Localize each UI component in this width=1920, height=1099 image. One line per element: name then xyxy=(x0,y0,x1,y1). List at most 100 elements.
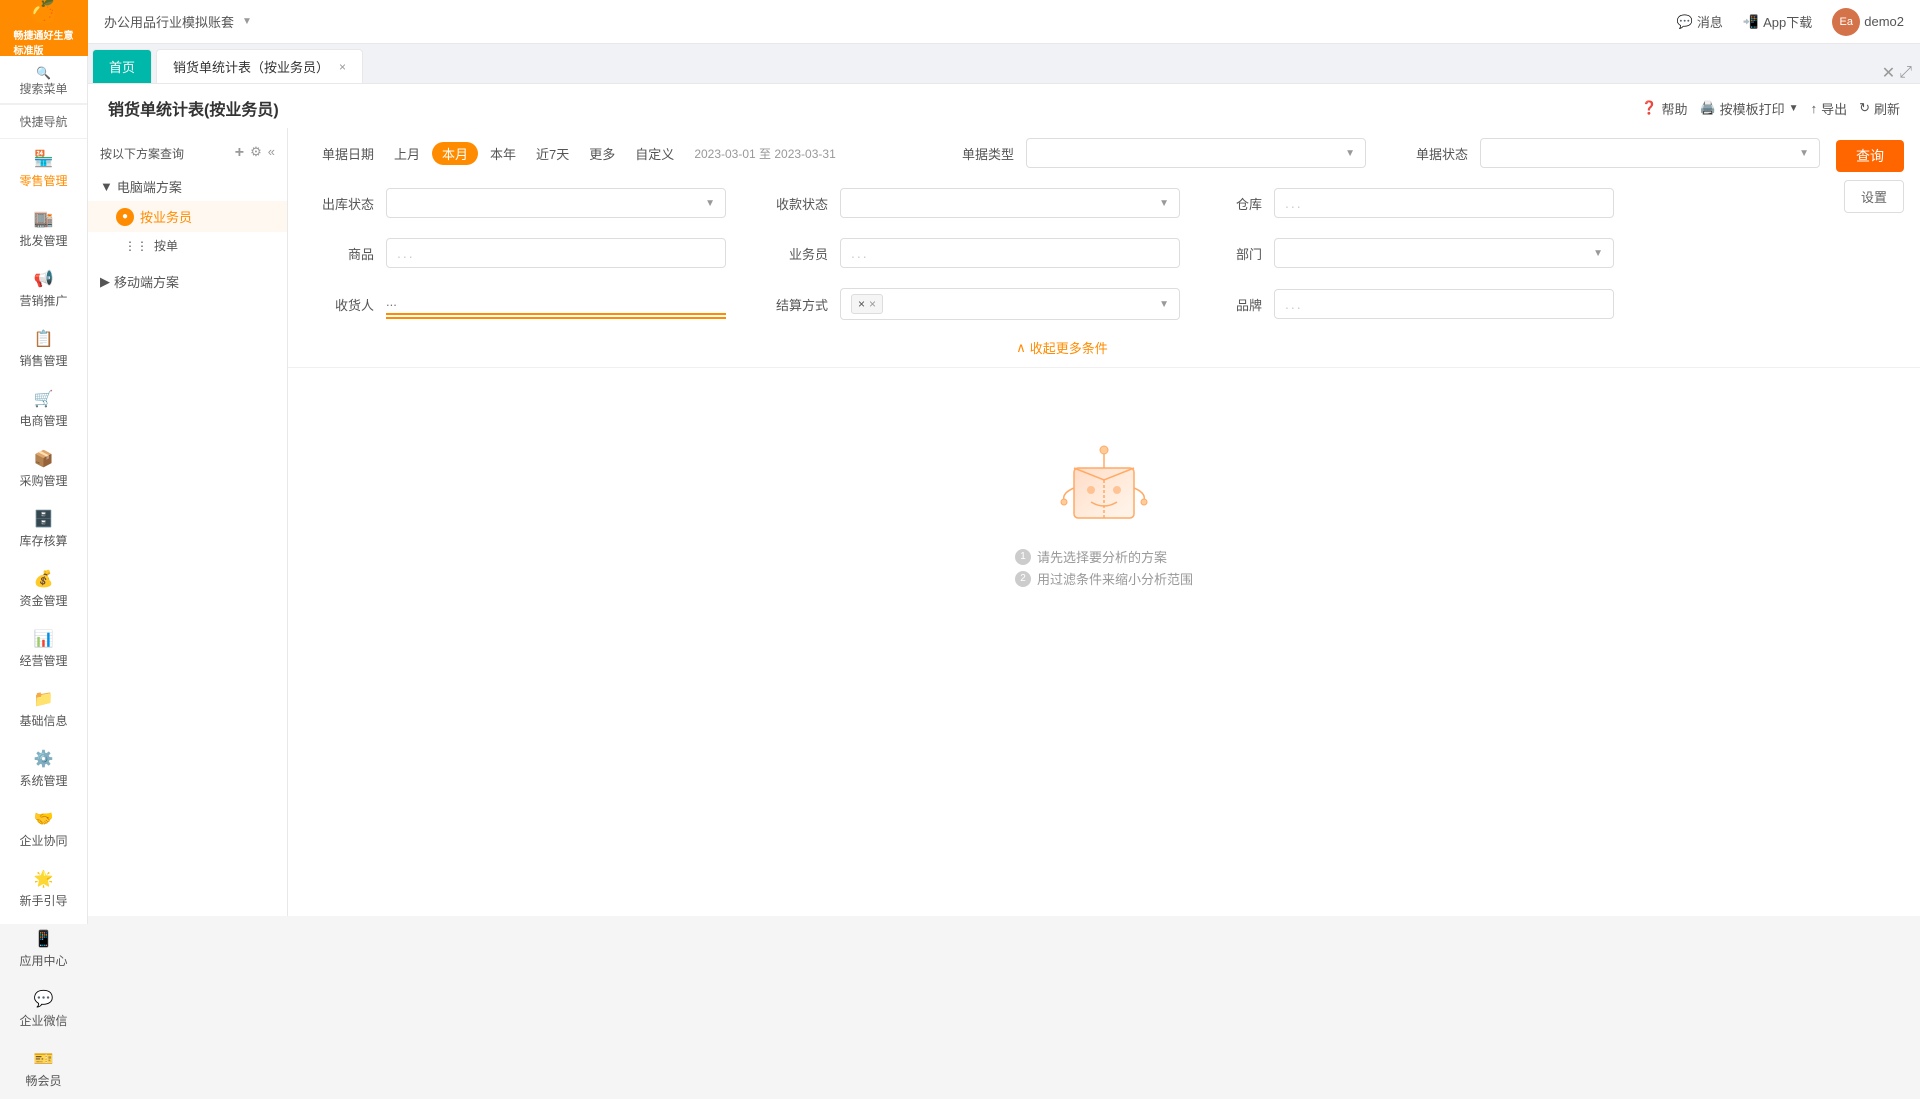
date-tab-more[interactable]: 更多 xyxy=(581,142,623,165)
finance-icon: 💰 xyxy=(34,569,54,589)
sidebar-item-finance[interactable]: 💰 资金管理 xyxy=(0,559,87,619)
doc-status-select[interactable]: ▼ xyxy=(1480,138,1820,168)
brand-label: 品牌 xyxy=(1212,295,1262,314)
print-icon: 🖨️ xyxy=(1699,100,1715,116)
tab-close-window-btn[interactable]: ✕ xyxy=(1882,63,1895,83)
sidebar-quick-nav[interactable]: 快捷导航 xyxy=(0,104,87,139)
filter-query-area: 单据日期 上月 本月 本年 近7天 更多 自定义 xyxy=(288,128,1920,367)
product-dropdown[interactable]: ... xyxy=(386,238,726,268)
doc-status-arrow-icon: ▼ xyxy=(1799,148,1809,159)
date-tab-last-month[interactable]: 上月 xyxy=(386,142,428,165)
out-status-dropdown[interactable]: ▼ xyxy=(386,188,726,218)
inventory-icon: 🗄️ xyxy=(34,509,54,529)
brand-dropdown[interactable]: ... xyxy=(1274,289,1614,319)
empty-state: 1 请先选择要分析的方案 2 用过滤条件来缩小分析范围 xyxy=(288,368,1920,651)
app-name-text: 办公用品行业模拟账套 xyxy=(104,12,234,31)
tab-home[interactable]: 首页 xyxy=(92,49,152,83)
sidebar-item-basic[interactable]: 📁 基础信息 xyxy=(0,679,87,739)
settle-method-dropdown[interactable]: × × ▼ xyxy=(840,288,1180,320)
warehouse-select[interactable]: ... xyxy=(1274,188,1614,218)
sidebar: 🍊 畅捷通好生意 标准版 🔍 搜索菜单 快捷导航 🏪 零售管理 🏬 批发管理 📢… xyxy=(0,0,88,924)
mobile-group-title[interactable]: ▶ 移动端方案 xyxy=(88,267,287,296)
receipt-status-select[interactable]: ▼ xyxy=(840,188,1180,218)
search-icon: 🔍 xyxy=(0,66,87,80)
collapse-chevron-icon: ∧ xyxy=(1016,340,1026,356)
add-scheme-btn[interactable]: + xyxy=(235,144,244,162)
basic-icon: 📁 xyxy=(34,689,54,709)
sidebar-item-enterprise[interactable]: 🤝 企业协同 xyxy=(0,799,87,859)
collapse-btn[interactable]: ∧ 收起更多条件 xyxy=(288,332,1836,363)
settle-method-select[interactable]: × × ▼ xyxy=(840,288,1180,320)
main-area: 办公用品行业模拟账套 ▼ 💬 消息 📲 App下载 Ea demo2 首页 xyxy=(88,0,1920,924)
newguide-icon: 🌟 xyxy=(34,869,54,889)
sidebar-item-marketing[interactable]: 📢 营销推广 xyxy=(0,259,87,319)
collapse-panel-btn[interactable]: « xyxy=(268,144,275,162)
filter-row-1: 单据日期 上月 本月 本年 近7天 更多 自定义 xyxy=(288,128,1836,168)
print-btn[interactable]: 🖨️ 按模板打印 ▼ xyxy=(1699,99,1798,118)
warehouse-dropdown[interactable]: ... xyxy=(1274,188,1614,218)
receipt-status-dropdown[interactable]: ▼ xyxy=(840,188,1180,218)
right-actions-panel: 查询 设置 xyxy=(1836,128,1920,213)
tab-sales-stat[interactable]: 销货单统计表（按业务员） × xyxy=(156,49,363,83)
tab-close-btn[interactable]: × xyxy=(339,60,346,74)
scheme-sub-item-order[interactable]: ⋮⋮ 按单 xyxy=(88,232,287,259)
sidebar-item-member[interactable]: 🎫 畅会员 xyxy=(0,1039,87,1099)
warehouse-label: 仓库 xyxy=(1212,194,1262,213)
salesman-dropdown[interactable]: ... xyxy=(840,238,1180,268)
sidebar-item-sales[interactable]: 📋 销售管理 xyxy=(0,319,87,379)
sidebar-item-appcenter[interactable]: 📱 应用中心 xyxy=(0,919,87,979)
operations-icon: 📊 xyxy=(34,629,54,649)
date-tab-last7[interactable]: 近7天 xyxy=(528,142,577,165)
out-status-arrow-icon: ▼ xyxy=(705,198,715,209)
download-icon: 📲 xyxy=(1743,14,1759,30)
sidebar-item-inventory[interactable]: 🗄️ 库存核算 xyxy=(0,499,87,559)
help-btn[interactable]: ❓ 帮助 xyxy=(1641,99,1687,118)
date-tab-custom[interactable]: 自定义 xyxy=(627,142,682,165)
sidebar-item-newguide[interactable]: 🌟 新手引导 xyxy=(0,859,87,919)
system-icon: ⚙️ xyxy=(34,749,54,769)
header-actions: 💬 消息 📲 App下载 Ea demo2 xyxy=(1677,8,1904,36)
date-range-text: 2023-03-01 至 2023-03-31 xyxy=(694,145,835,162)
doc-type-dropdown[interactable]: ▼ xyxy=(1026,138,1366,168)
date-tab-this-month[interactable]: 本月 xyxy=(432,142,478,165)
tab-maximize-btn[interactable]: ⤢ xyxy=(1899,64,1912,82)
doc-type-select[interactable]: ▼ xyxy=(1026,138,1366,168)
dept-dropdown[interactable]: ▼ xyxy=(1274,238,1614,268)
sidebar-search[interactable]: 🔍 搜索菜单 xyxy=(0,56,87,104)
setting-button[interactable]: 设置 xyxy=(1844,180,1904,213)
date-label: 单据日期 xyxy=(304,144,374,163)
sidebar-item-retail[interactable]: 🏪 零售管理 xyxy=(0,139,87,199)
settle-method-tag-close[interactable]: × xyxy=(869,297,876,311)
page-content: 销货单统计表(按业务员) ❓ 帮助 🖨️ 按模板打印 ▼ ↑ 导出 xyxy=(88,84,1920,924)
sidebar-item-ecommerce[interactable]: 🛒 电商管理 xyxy=(0,379,87,439)
user-profile[interactable]: Ea demo2 xyxy=(1832,8,1904,36)
sidebar-item-wholesale[interactable]: 🏬 批发管理 xyxy=(0,199,87,259)
message-btn[interactable]: 💬 消息 xyxy=(1677,12,1723,31)
brand-select[interactable]: ... xyxy=(1274,289,1614,319)
sidebar-item-operations[interactable]: 📊 经营管理 xyxy=(0,619,87,679)
out-status-select[interactable]: ▼ xyxy=(386,188,726,218)
date-tab-this-year[interactable]: 本年 xyxy=(482,142,524,165)
sidebar-logo: 🍊 畅捷通好生意 标准版 xyxy=(0,0,88,56)
sidebar-item-system[interactable]: ⚙️ 系统管理 xyxy=(0,739,87,799)
settings-scheme-btn[interactable]: ⚙ xyxy=(250,144,262,162)
refresh-btn[interactable]: ↻ 刷新 xyxy=(1859,99,1900,118)
app-download-btn[interactable]: 📲 App下载 xyxy=(1743,12,1812,31)
sidebar-item-wechat[interactable]: 💬 企业微信 xyxy=(0,979,87,1039)
step-1-num: 1 xyxy=(1015,549,1031,565)
filter-area: 单据日期 上月 本月 本年 近7天 更多 自定义 xyxy=(288,128,1836,367)
product-select[interactable]: ... xyxy=(386,238,726,268)
receiver-input[interactable] xyxy=(386,290,726,315)
query-button[interactable]: 查询 xyxy=(1836,140,1904,172)
app-selector[interactable]: 办公用品行业模拟账套 ▼ xyxy=(104,12,252,31)
salesman-select[interactable]: ... xyxy=(840,238,1180,268)
dept-select[interactable]: ▼ xyxy=(1274,238,1614,268)
filter-row-2: 出库状态 ▼ 收款状态 xyxy=(288,180,1836,218)
export-btn[interactable]: ↑ 导出 xyxy=(1811,99,1848,118)
empty-text: 1 请先选择要分析的方案 2 用过滤条件来缩小分析范围 xyxy=(1015,544,1193,591)
pc-scheme-group-title[interactable]: ▼ 电脑端方案 xyxy=(88,172,287,201)
doc-status-dropdown[interactable]: ▼ xyxy=(1480,138,1820,168)
sidebar-item-purchase[interactable]: 📦 采购管理 xyxy=(0,439,87,499)
scheme-item-salesman[interactable]: ● 按业务员 xyxy=(88,201,287,232)
expand-mobile-icon: ▶ xyxy=(100,274,110,290)
